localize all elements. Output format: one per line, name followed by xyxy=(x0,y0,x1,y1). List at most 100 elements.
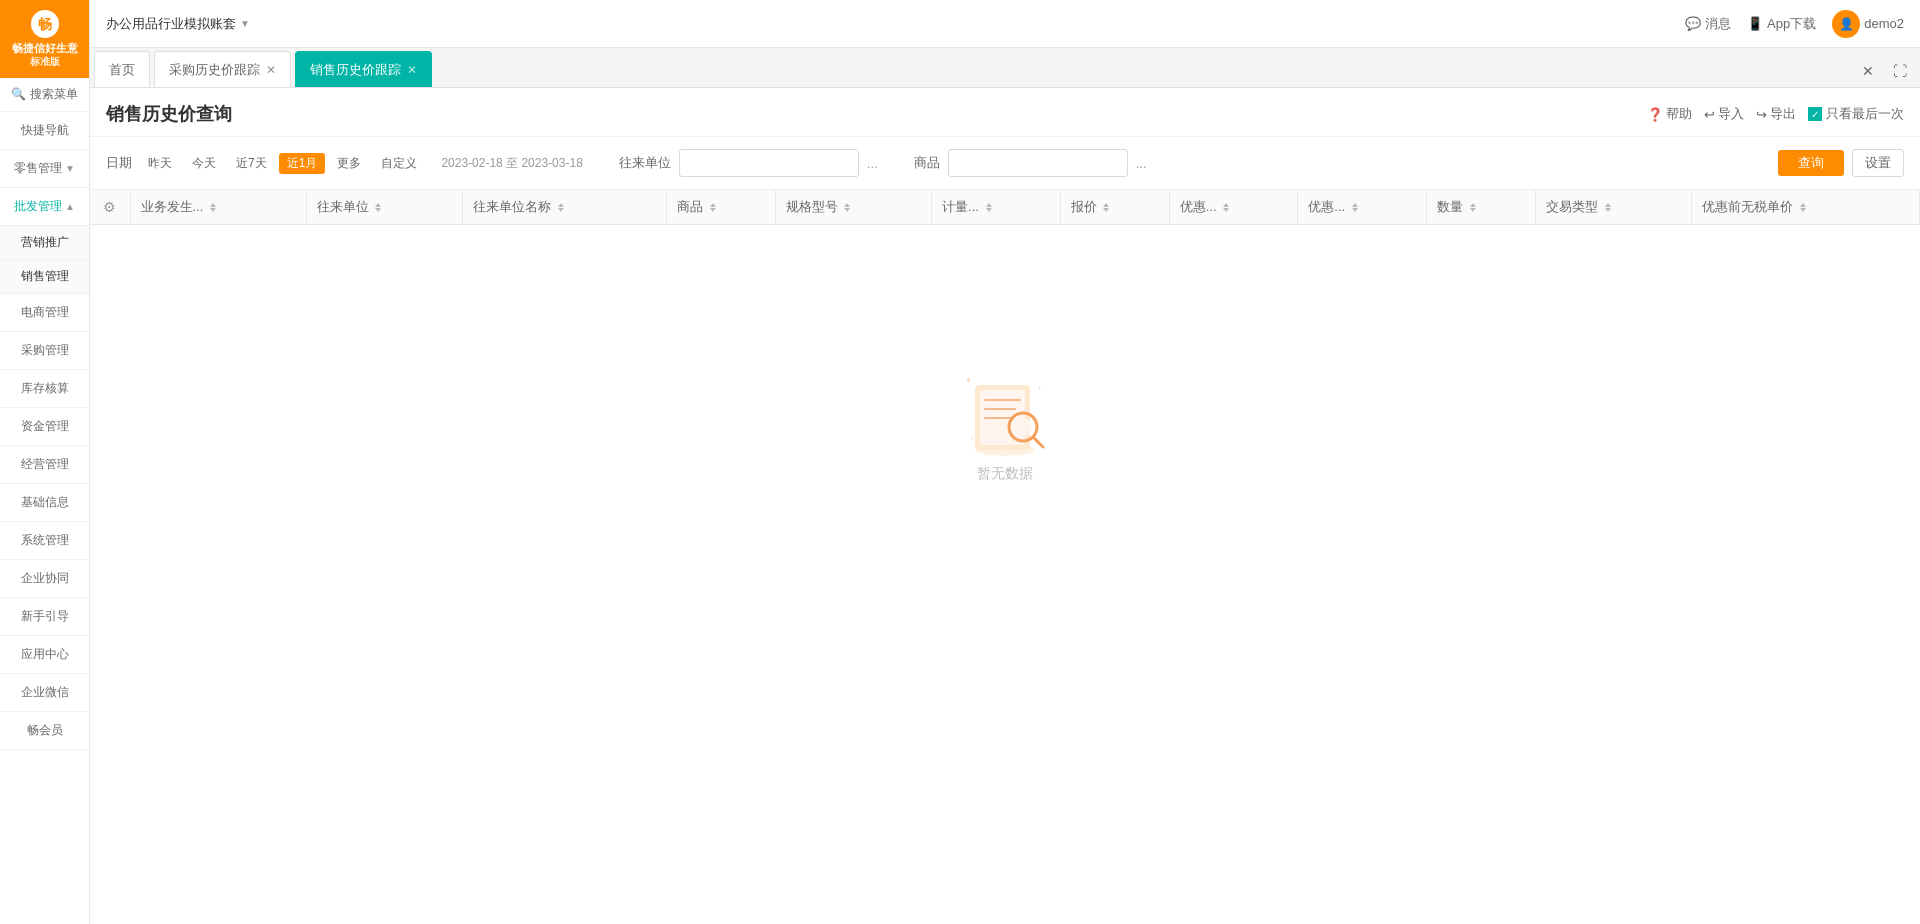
sidebar-item-label: 销售管理 xyxy=(21,269,69,283)
help-btn[interactable]: ❓ 帮助 xyxy=(1647,105,1692,123)
close-icon[interactable]: ✕ xyxy=(407,63,417,77)
message-btn[interactable]: 💬 消息 xyxy=(1685,15,1731,33)
close-icon[interactable]: ✕ xyxy=(266,63,276,77)
expand-btn[interactable]: ⛶ xyxy=(1888,59,1912,83)
col-biz-date[interactable]: 业务发生... xyxy=(130,190,306,225)
close-tab-btn[interactable]: ✕ xyxy=(1856,59,1880,83)
col-notax-price[interactable]: 优惠前无税单价 xyxy=(1692,190,1920,225)
sidebar-item-inventory[interactable]: 库存核算 xyxy=(0,370,89,408)
sort-up-icon xyxy=(1352,203,1358,207)
svg-point-7 xyxy=(1014,418,1032,436)
sidebar-item-guide[interactable]: 新手引导 xyxy=(0,598,89,636)
col-discount2[interactable]: 优惠... xyxy=(1298,190,1427,225)
page-header-actions: ❓ 帮助 ↩ 导入 ↪ 导出 ✓ 只看最后一次 xyxy=(1647,105,1904,123)
partner-filter-group: 往来单位 ... xyxy=(619,149,878,177)
sidebar-item-quick-nav[interactable]: 快捷导航 xyxy=(0,112,89,150)
sidebar-item-marketing[interactable]: 营销推广 xyxy=(0,226,89,260)
sidebar-item-wechat[interactable]: 企业微信 xyxy=(0,674,89,712)
sidebar-item-vip[interactable]: 畅会员 xyxy=(0,712,89,750)
col-notax-price-label: 优惠前无税单价 xyxy=(1702,199,1793,214)
empty-row: ✦ ✦ ✦ 暂无数据 xyxy=(90,225,1920,624)
table-header: ⚙ 业务发生... 往来单位 xyxy=(90,190,1920,225)
col-goods-label: 商品 xyxy=(677,199,703,214)
tab-sales[interactable]: 销售历史价跟踪 ✕ xyxy=(295,51,432,87)
sidebar-item-label: 营销推广 xyxy=(21,235,69,249)
col-goods[interactable]: 商品 xyxy=(666,190,775,225)
message-label: 消息 xyxy=(1705,15,1731,33)
tab-home[interactable]: 首页 xyxy=(94,51,150,87)
sidebar-item-system[interactable]: 系统管理 xyxy=(0,522,89,560)
col-spec[interactable]: 规格型号 xyxy=(775,190,931,225)
goods-filter-group: 商品 ... xyxy=(914,149,1147,177)
sidebar-item-label: 零售管理 xyxy=(14,160,62,177)
sort-down-icon xyxy=(1470,208,1476,212)
company-name: 办公用品行业模拟账套 xyxy=(106,15,236,33)
col-partner-name[interactable]: 往来单位名称 xyxy=(463,190,667,225)
col-discount2-label: 优惠... xyxy=(1308,199,1345,214)
date-today[interactable]: 今天 xyxy=(184,153,224,174)
col-partner-code[interactable]: 往来单位 xyxy=(306,190,462,225)
partner-picker-btn[interactable]: ... xyxy=(867,156,878,171)
col-qty-label: 数量 xyxy=(1437,199,1463,214)
help-icon: ❓ xyxy=(1647,107,1663,122)
settings-button[interactable]: 设置 xyxy=(1852,149,1904,177)
search-menu[interactable]: 🔍 搜索菜单 xyxy=(0,78,89,112)
sidebar-item-ecommerce[interactable]: 电商管理 xyxy=(0,294,89,332)
query-button[interactable]: 查询 xyxy=(1778,150,1844,176)
sort-up-icon xyxy=(375,203,381,207)
sidebar-item-wholesale[interactable]: 批发管理 ▲ xyxy=(0,188,89,226)
app-download-btn[interactable]: 📱 App下载 xyxy=(1747,15,1816,33)
partner-input[interactable] xyxy=(679,149,859,177)
empty-illustration: ✦ ✦ ✦ xyxy=(955,365,1055,465)
col-trade-type-label: 交易类型 xyxy=(1546,199,1598,214)
col-price[interactable]: 报价 xyxy=(1060,190,1169,225)
date-custom[interactable]: 自定义 xyxy=(373,153,425,174)
help-label: 帮助 xyxy=(1666,105,1692,123)
sidebar-item-finance[interactable]: 资金管理 xyxy=(0,408,89,446)
date-1month[interactable]: 近1月 xyxy=(279,153,326,174)
sort-arrows xyxy=(986,203,992,212)
import-icon: ↩ xyxy=(1704,107,1715,122)
sidebar-item-label: 经营管理 xyxy=(21,457,69,471)
sort-up-icon xyxy=(1605,203,1611,207)
goods-input[interactable] xyxy=(948,149,1128,177)
tab-purchase[interactable]: 采购历史价跟踪 ✕ xyxy=(154,51,291,87)
date-more[interactable]: 更多 xyxy=(329,153,369,174)
only-last-checkbox[interactable]: ✓ 只看最后一次 xyxy=(1808,105,1904,123)
search-label: 搜索菜单 xyxy=(30,87,78,101)
col-unit[interactable]: 计量... xyxy=(932,190,1061,225)
export-btn[interactable]: ↪ 导出 xyxy=(1756,105,1796,123)
sort-arrows xyxy=(1352,203,1358,212)
sidebar-item-app-center[interactable]: 应用中心 xyxy=(0,636,89,674)
sort-down-icon xyxy=(710,208,716,212)
sidebar-item-purchase[interactable]: 采购管理 xyxy=(0,332,89,370)
sidebar-item-retail[interactable]: 零售管理 ▼ xyxy=(0,150,89,188)
col-discount1[interactable]: 优惠... xyxy=(1169,190,1298,225)
user-menu[interactable]: 👤 demo2 xyxy=(1832,10,1904,38)
goods-picker-btn[interactable]: ... xyxy=(1136,156,1147,171)
sidebar-item-sales-mgmt[interactable]: 销售管理 xyxy=(0,260,89,294)
sidebar-item-label: 系统管理 xyxy=(21,533,69,547)
sort-down-icon xyxy=(210,208,216,212)
gear-icon[interactable]: ⚙ xyxy=(103,199,116,215)
col-qty[interactable]: 数量 xyxy=(1427,190,1536,225)
sort-arrows xyxy=(1800,203,1806,212)
tab-home-label: 首页 xyxy=(109,61,135,79)
import-btn[interactable]: ↩ 导入 xyxy=(1704,105,1744,123)
sidebar-item-label: 新手引导 xyxy=(21,609,69,623)
app-subtitle: 标准版 xyxy=(30,55,60,68)
sort-arrows xyxy=(210,203,216,212)
sidebar-item-basic-info[interactable]: 基础信息 xyxy=(0,484,89,522)
company-selector[interactable]: 办公用品行业模拟账套 ▼ xyxy=(106,15,250,33)
col-unit-label: 计量... xyxy=(942,199,979,214)
date-label: 日期 xyxy=(106,154,132,172)
sidebar-item-operations[interactable]: 经营管理 xyxy=(0,446,89,484)
sort-down-icon xyxy=(1605,208,1611,212)
col-trade-type[interactable]: 交易类型 xyxy=(1535,190,1691,225)
search-icon: 🔍 xyxy=(11,87,26,101)
date-7days[interactable]: 近7天 xyxy=(228,153,275,174)
sidebar-item-collab[interactable]: 企业协同 xyxy=(0,560,89,598)
col-partner-code-label: 往来单位 xyxy=(317,199,369,214)
sort-down-icon xyxy=(558,208,564,212)
date-yesterday[interactable]: 昨天 xyxy=(140,153,180,174)
